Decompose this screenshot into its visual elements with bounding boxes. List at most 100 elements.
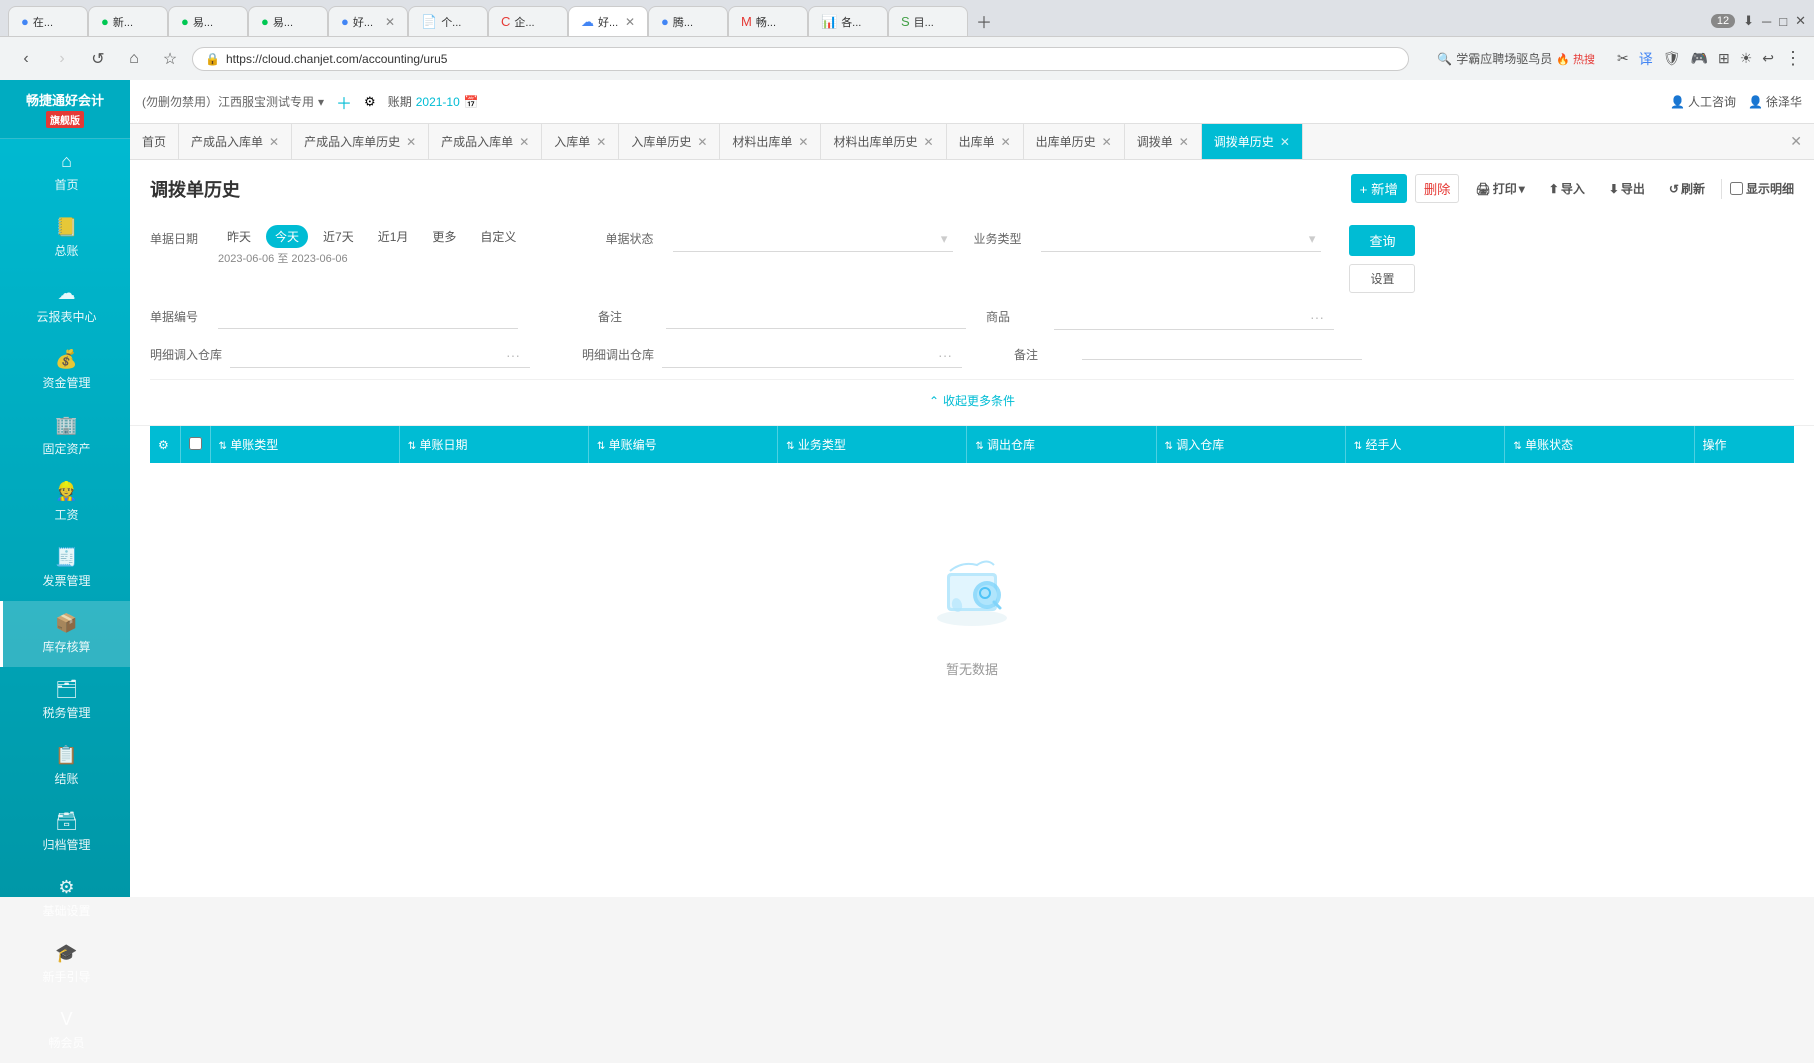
downloads-icon[interactable]: ⬇ [1743, 13, 1754, 29]
tab-receipt-history[interactable]: 入库单历史 ✕ [619, 124, 720, 160]
order-no-input[interactable] [218, 306, 518, 329]
user-avatar[interactable]: 👤 徐泽华 [1748, 93, 1802, 110]
home-btn[interactable]: ⌂ [120, 45, 148, 73]
setting-btn[interactable]: 设置 [1349, 264, 1415, 293]
browser-tab-4[interactable]: ● 易... [248, 6, 328, 36]
period-selector[interactable]: 账期 2021-10 📅 [388, 93, 479, 110]
tab-close-material-out-history[interactable]: ✕ [924, 135, 934, 149]
tab-outbound[interactable]: 出库单 ✕ [947, 124, 1024, 160]
sidebar-item-inventory[interactable]: 📦 库存核算 [0, 601, 130, 667]
tab-inbound2[interactable]: 产成品入库单 ✕ [429, 124, 542, 160]
back-btn[interactable]: ‹ [12, 45, 40, 73]
product-dots-btn[interactable]: ··· [1306, 309, 1328, 325]
show-full-btn[interactable]: 显示明细 [1730, 180, 1794, 197]
th-out-warehouse[interactable]: ⇅ 调出仓库 [967, 426, 1156, 463]
url-bar[interactable]: 🔒 https://cloud.chanjet.com/accounting/u… [192, 47, 1409, 71]
sidebar-item-funds[interactable]: 💰 资金管理 [0, 337, 130, 403]
sidebar-item-settings[interactable]: ⚙ 基础设置 [0, 865, 130, 931]
more-icon[interactable]: ⋮ [1784, 48, 1802, 69]
minimize-btn[interactable]: ─ [1762, 14, 1771, 29]
sidebar-item-home[interactable]: ⌂ 首页 [0, 139, 130, 205]
cut-icon[interactable]: ✂ [1617, 50, 1629, 67]
th-checkbox[interactable] [180, 426, 210, 463]
sidebar-item-ledger[interactable]: 📒 总账 [0, 205, 130, 271]
date-7days[interactable]: 近7天 [314, 225, 363, 248]
bookmark-btn[interactable]: ☆ [156, 45, 184, 73]
business-type-select[interactable]: ▾ [1041, 227, 1321, 252]
sidebar-item-invoice[interactable]: 🧾 发票管理 [0, 535, 130, 601]
select-all-checkbox[interactable] [189, 437, 202, 450]
date-today[interactable]: 今天 [266, 225, 308, 248]
sidebar-item-salary[interactable]: 👷 工资 [0, 469, 130, 535]
tab-close-8[interactable]: ✕ [625, 15, 635, 29]
tab-close-inbound[interactable]: ✕ [269, 135, 279, 149]
service-btn[interactable]: 👤 人工咨询 [1670, 93, 1736, 110]
sidebar-item-member[interactable]: V 畅会员 [0, 997, 130, 1063]
tab-close-5[interactable]: ✕ [385, 15, 395, 29]
export-btn[interactable]: ⬇ 导出 [1601, 176, 1653, 201]
sidebar-item-reports[interactable]: ☁ 云报表中心 [0, 271, 130, 337]
browser-tab-6[interactable]: 📄 个... [408, 6, 488, 36]
delete-btn[interactable]: 删除 [1415, 174, 1460, 203]
sidebar-item-assets[interactable]: 🏢 固定资产 [0, 403, 130, 469]
import-btn[interactable]: ⬆ 导入 [1541, 176, 1593, 201]
tab-outbound-history[interactable]: 出库单历史 ✕ [1024, 124, 1125, 160]
print-dropdown[interactable]: 🖨 打印 ▾ [1467, 176, 1532, 201]
tab-close-outbound[interactable]: ✕ [1001, 135, 1011, 149]
add-company-btn[interactable]: ＋ [336, 90, 352, 114]
query-btn[interactable]: 查询 [1349, 225, 1415, 256]
tab-material-out[interactable]: 材料出库单 ✕ [720, 124, 821, 160]
browser-tab-9[interactable]: ● 腾... [648, 6, 728, 36]
th-business-type[interactable]: ⇅ 业务类型 [778, 426, 967, 463]
tab-close-receipt[interactable]: ✕ [596, 135, 606, 149]
reload-btn[interactable]: ↺ [84, 45, 112, 73]
show-full-checkbox[interactable] [1730, 182, 1743, 195]
translate-icon[interactable]: 译 [1639, 49, 1653, 69]
th-date[interactable]: ⇅ 单账日期 [399, 426, 588, 463]
tab-transfer[interactable]: 调拨单 ✕ [1125, 124, 1202, 160]
browser-tab-1[interactable]: ● 在... [8, 6, 88, 36]
date-1month[interactable]: 近1月 [369, 225, 418, 248]
tab-close-inbound-history[interactable]: ✕ [406, 135, 416, 149]
sidebar-item-archive[interactable]: 🗃 归档管理 [0, 799, 130, 865]
detail-in-dots-btn[interactable]: ··· [502, 347, 524, 363]
tab-close-inbound2[interactable]: ✕ [519, 135, 529, 149]
settings-gear-icon[interactable]: ⚙ [364, 94, 376, 110]
tab-close-transfer[interactable]: ✕ [1179, 135, 1189, 149]
maximize-btn[interactable]: □ [1779, 14, 1787, 29]
th-no[interactable]: ⇅ 单账编号 [588, 426, 777, 463]
search-bar[interactable]: 🔍 学霸应聘场驱鸟员 🔥 热搜 [1425, 46, 1607, 71]
browser-tab-12[interactable]: S 目... [888, 6, 968, 36]
tab-close-material-out[interactable]: ✕ [798, 135, 808, 149]
browser-tab-2[interactable]: ● 新... [88, 6, 168, 36]
extension1-icon[interactable]: 🛡 [1663, 50, 1681, 67]
close-all-btn[interactable]: ✕ [1778, 133, 1814, 150]
tab-material-out-history[interactable]: 材料出库单历史 ✕ [821, 124, 946, 160]
close-btn[interactable]: ✕ [1795, 13, 1806, 29]
remark-input[interactable] [666, 306, 966, 329]
company-selector[interactable]: (勿删勿禁用）江西服宝测试专用 ▾ [142, 93, 324, 110]
sidebar-item-tax[interactable]: 🗂 税务管理 [0, 667, 130, 733]
th-status[interactable]: ⇅ 单账状态 [1505, 426, 1694, 463]
browser-tab-5[interactable]: ● 好... ✕ [328, 6, 408, 36]
browser-tab-10[interactable]: M 畅... [728, 6, 808, 36]
tab-transfer-history[interactable]: 调拨单历史 ✕ [1202, 124, 1303, 160]
undo-icon[interactable]: ↩ [1762, 50, 1774, 67]
detail-out-dots-btn[interactable]: ··· [934, 347, 956, 363]
brightness-icon[interactable]: ☀ [1740, 50, 1753, 67]
tab-inbound-history[interactable]: 产成品入库单历史 ✕ [292, 124, 429, 160]
tab-receipt[interactable]: 入库单 ✕ [542, 124, 619, 160]
forward-btn[interactable]: › [48, 45, 76, 73]
th-settings[interactable]: ⚙ [150, 426, 180, 463]
browser-tab-7[interactable]: C 企... [488, 6, 568, 36]
sidebar-item-settle[interactable]: 📋 结账 [0, 733, 130, 799]
new-btn[interactable]: + 新增 [1351, 174, 1407, 203]
date-more[interactable]: 更多 [423, 225, 465, 248]
browser-tab-3[interactable]: ● 易... [168, 6, 248, 36]
refresh-btn[interactable]: ↺ 刷新 [1661, 176, 1713, 201]
tab-home[interactable]: 首页 [130, 124, 179, 160]
tab-close-transfer-history[interactable]: ✕ [1280, 135, 1290, 149]
tab-new-btn[interactable]: ＋ [976, 9, 992, 33]
sidebar-item-guide[interactable]: 🎓 新手引导 [0, 931, 130, 997]
tab-inbound[interactable]: 产成品入库单 ✕ [179, 124, 292, 160]
